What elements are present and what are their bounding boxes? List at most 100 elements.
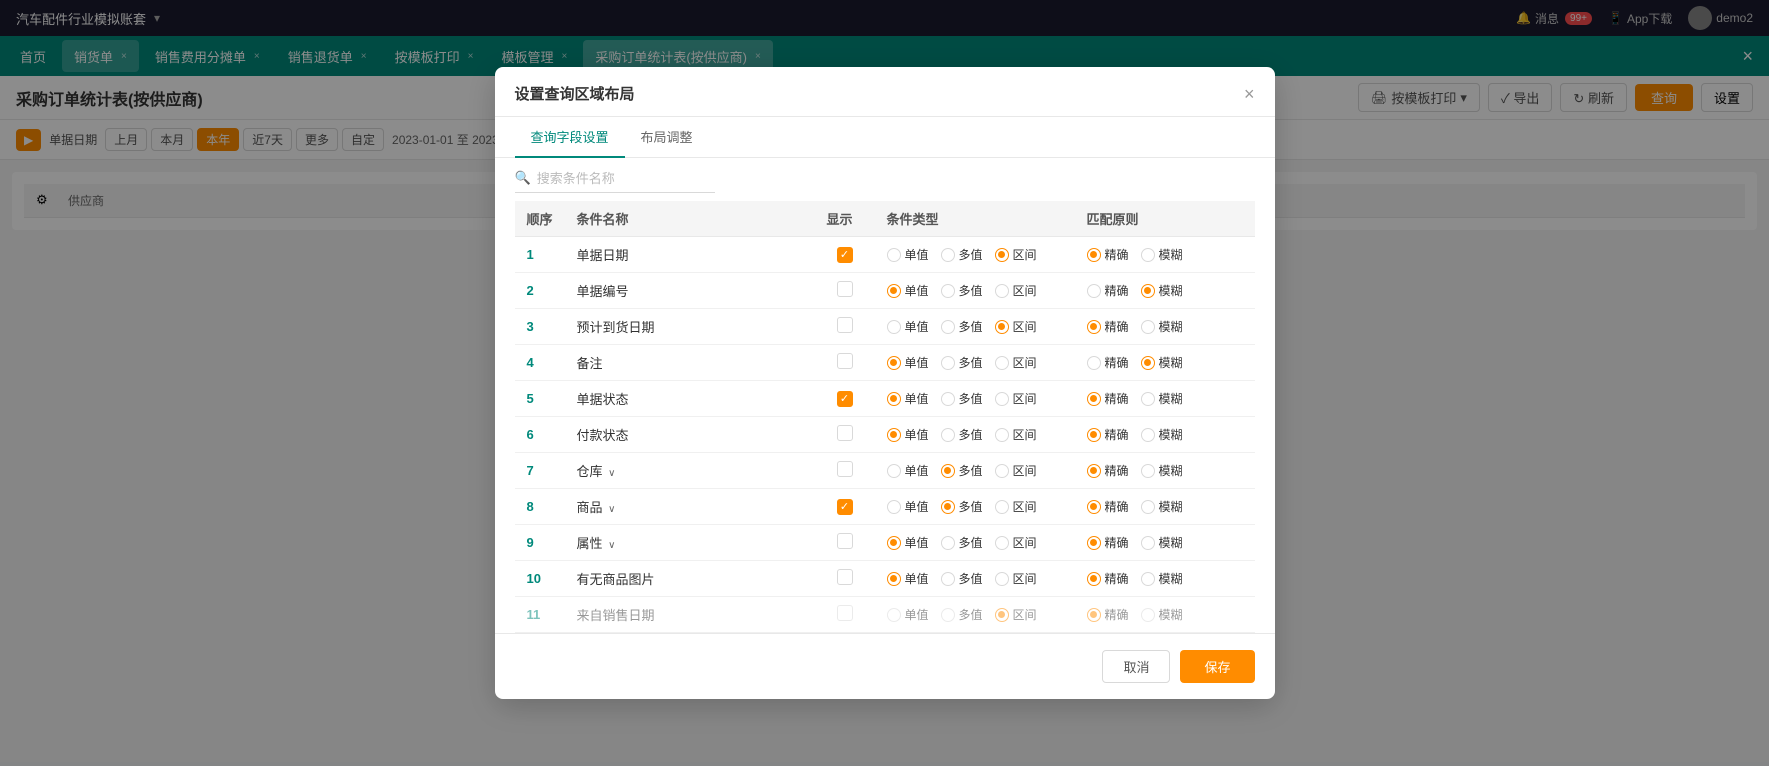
match-radio-精确[interactable]: 精确	[1087, 282, 1129, 299]
table-row: 3预计到货日期单值多值区间精确模糊	[515, 309, 1255, 345]
cell-name: 付款状态	[565, 417, 815, 453]
cell-name: 商品 ∨	[565, 489, 815, 525]
type-radio-单值[interactable]: 单值	[887, 318, 929, 335]
type-radio-多值[interactable]: 多值	[941, 282, 983, 299]
display-checkbox[interactable]: ✓	[837, 247, 853, 263]
type-radio-多值[interactable]: 多值	[941, 534, 983, 551]
type-radio-多值[interactable]: 多值	[941, 498, 983, 515]
type-radio-多值[interactable]: 多值	[941, 390, 983, 407]
type-radio-区间[interactable]: 区间	[995, 354, 1037, 371]
cell-type: 单值多值区间	[875, 561, 1075, 597]
type-radio-区间[interactable]: 区间	[995, 426, 1037, 443]
match-radio-模糊[interactable]: 模糊	[1141, 282, 1183, 299]
type-radio-单值[interactable]: 单值	[887, 498, 929, 515]
type-radio-多值[interactable]: 多值	[941, 354, 983, 371]
type-radio-区间[interactable]: 区间	[995, 246, 1037, 263]
cell-display	[815, 309, 875, 345]
display-checkbox[interactable]	[837, 569, 853, 585]
cell-match: 精确模糊	[1075, 561, 1255, 597]
match-radio-精确[interactable]: 精确	[1087, 498, 1129, 515]
type-radio-区间[interactable]: 区间	[995, 498, 1037, 515]
type-radio-单值[interactable]: 单值	[887, 570, 929, 587]
tab-layout-adjust[interactable]: 布局调整	[625, 117, 709, 158]
match-radio-模糊[interactable]: 模糊	[1141, 354, 1183, 371]
dropdown-icon: ∨	[608, 540, 615, 551]
match-radio-精确[interactable]: 精确	[1087, 318, 1129, 335]
type-radio-区间[interactable]: 区间	[995, 534, 1037, 551]
type-radio-多值[interactable]: 多值	[941, 426, 983, 443]
radio-circle	[1087, 500, 1101, 514]
cancel-button[interactable]: 取消	[1102, 650, 1170, 683]
display-checkbox[interactable]	[837, 425, 853, 441]
display-checkbox[interactable]	[837, 605, 853, 621]
th-name: 条件名称	[565, 201, 815, 237]
match-radio-模糊[interactable]: 模糊	[1141, 534, 1183, 551]
match-radio-精确[interactable]: 精确	[1087, 534, 1129, 551]
dialog-close-button[interactable]: ×	[1244, 85, 1255, 103]
type-radio-区间[interactable]: 区间	[995, 318, 1037, 335]
radio-circle	[995, 428, 1009, 442]
type-radio-多值[interactable]: 多值	[941, 246, 983, 263]
cell-type: 单值多值区间	[875, 597, 1075, 633]
radio-circle	[995, 356, 1009, 370]
type-radio-单值[interactable]: 单值	[887, 390, 929, 407]
match-radio-模糊[interactable]: 模糊	[1141, 462, 1183, 479]
type-radio-区间[interactable]: 区间	[995, 570, 1037, 587]
type-radio-多值[interactable]: 多值	[941, 462, 983, 479]
type-radio-区间[interactable]: 区间	[995, 390, 1037, 407]
save-button[interactable]: 保存	[1180, 650, 1254, 683]
radio-circle	[1087, 356, 1101, 370]
cell-type: 单值多值区间	[875, 525, 1075, 561]
match-radio-模糊[interactable]: 模糊	[1141, 246, 1183, 263]
display-checkbox[interactable]: ✓	[837, 499, 853, 515]
match-radio-精确[interactable]: 精确	[1087, 390, 1129, 407]
radio-circle	[1141, 464, 1155, 478]
type-radio-区间[interactable]: 区间	[995, 606, 1037, 623]
dropdown-icon: ∨	[608, 504, 615, 515]
match-radio-模糊[interactable]: 模糊	[1141, 426, 1183, 443]
display-checkbox[interactable]: ✓	[837, 391, 853, 407]
radio-circle	[941, 356, 955, 370]
type-radio-单值[interactable]: 单值	[887, 246, 929, 263]
match-radio-精确[interactable]: 精确	[1087, 462, 1129, 479]
search-input[interactable]	[537, 171, 715, 186]
type-radio-区间[interactable]: 区间	[995, 462, 1037, 479]
type-radio-单值[interactable]: 单值	[887, 606, 929, 623]
match-radio-精确[interactable]: 精确	[1087, 354, 1129, 371]
type-radio-单值[interactable]: 单值	[887, 534, 929, 551]
match-radio-模糊[interactable]: 模糊	[1141, 606, 1183, 623]
dialog-title: 设置查询区域布局	[515, 83, 635, 104]
radio-circle	[1087, 464, 1101, 478]
match-radio-精确[interactable]: 精确	[1087, 606, 1129, 623]
cell-type: 单值多值区间	[875, 381, 1075, 417]
type-radio-多值[interactable]: 多值	[941, 606, 983, 623]
match-radio-精确[interactable]: 精确	[1087, 246, 1129, 263]
type-radio-单值[interactable]: 单值	[887, 282, 929, 299]
type-radio-多值[interactable]: 多值	[941, 318, 983, 335]
radio-circle	[1141, 284, 1155, 298]
radio-circle	[887, 572, 901, 586]
radio-circle	[1087, 428, 1101, 442]
display-checkbox[interactable]	[837, 353, 853, 369]
type-radio-多值[interactable]: 多值	[941, 570, 983, 587]
match-radio-精确[interactable]: 精确	[1087, 570, 1129, 587]
type-radio-单值[interactable]: 单值	[887, 426, 929, 443]
display-checkbox[interactable]	[837, 317, 853, 333]
display-checkbox[interactable]	[837, 461, 853, 477]
type-radio-单值[interactable]: 单值	[887, 462, 929, 479]
display-checkbox[interactable]	[837, 533, 853, 549]
radio-circle	[941, 392, 955, 406]
radio-circle	[1141, 248, 1155, 262]
match-radio-模糊[interactable]: 模糊	[1141, 318, 1183, 335]
cell-order: 10	[515, 561, 565, 597]
type-radio-区间[interactable]: 区间	[995, 282, 1037, 299]
match-radio-精确[interactable]: 精确	[1087, 426, 1129, 443]
match-radio-模糊[interactable]: 模糊	[1141, 570, 1183, 587]
radio-circle	[1087, 284, 1101, 298]
match-radio-模糊[interactable]: 模糊	[1141, 498, 1183, 515]
tab-field-settings[interactable]: 查询字段设置	[515, 117, 625, 158]
match-radio-模糊[interactable]: 模糊	[1141, 390, 1183, 407]
display-checkbox[interactable]	[837, 281, 853, 297]
radio-circle	[1087, 536, 1101, 550]
type-radio-单值[interactable]: 单值	[887, 354, 929, 371]
